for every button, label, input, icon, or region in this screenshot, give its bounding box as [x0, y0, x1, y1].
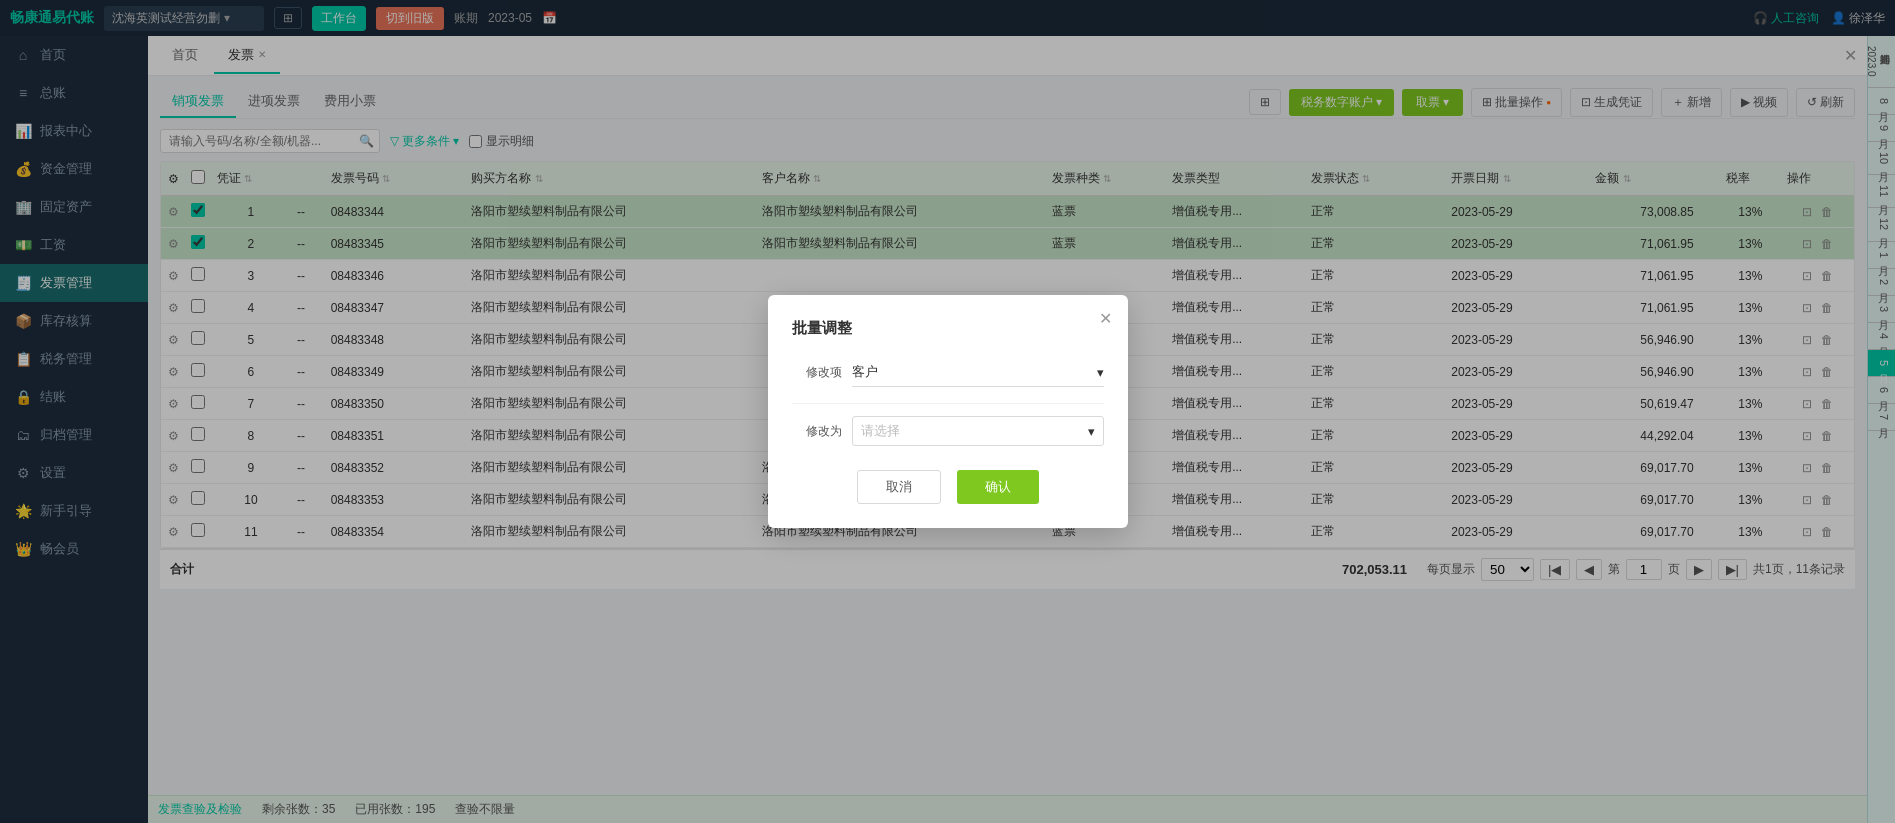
modal-cancel-button[interactable]: 取消 [857, 470, 941, 504]
modal-overlay: 批量调整 ✕ 修改项 客户 ▾ 修改为 请选择 ▾ 取消 确认 [0, 0, 1895, 823]
batch-adjust-modal: 批量调整 ✕ 修改项 客户 ▾ 修改为 请选择 ▾ 取消 确认 [768, 295, 1128, 528]
modal-confirm-button[interactable]: 确认 [957, 470, 1039, 504]
chevron-down-icon: ▾ [1088, 424, 1095, 439]
value-placeholder: 请选择 [861, 422, 900, 440]
field-value: 客户 [852, 363, 878, 381]
modal-title: 批量调整 [792, 319, 1104, 338]
chevron-down-icon: ▾ [1097, 365, 1104, 380]
modal-close-button[interactable]: ✕ [1099, 309, 1112, 328]
field-select[interactable]: 客户 ▾ [852, 358, 1104, 387]
value-select[interactable]: 请选择 ▾ [852, 416, 1104, 446]
value-label: 修改为 [792, 423, 842, 440]
field-label: 修改项 [792, 364, 842, 381]
